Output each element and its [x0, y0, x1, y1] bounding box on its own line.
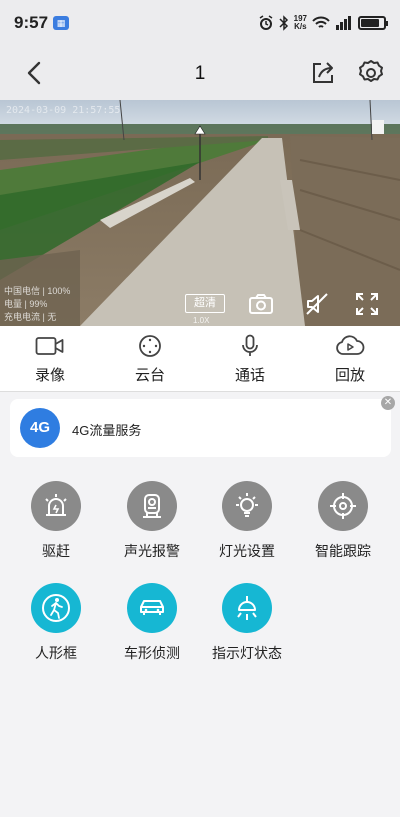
quality-button[interactable]: 超清	[185, 294, 225, 313]
target-tracking-icon	[318, 481, 368, 531]
action-bar: 录像 云台 通话 回放	[0, 326, 400, 392]
app-notification-icon: ▦	[53, 16, 70, 30]
playback-label: 回放	[334, 367, 365, 384]
record-label: 录像	[34, 367, 65, 384]
alarm-clock-icon	[259, 15, 273, 30]
speed-unit: K/s	[294, 22, 307, 31]
sound-light-alarm-button[interactable]: 声光报警	[107, 481, 197, 561]
light-settings-label: 灯光设置	[219, 543, 275, 559]
status-bar: 9:57 ▦ 197 K/s	[0, 0, 400, 46]
4g-service-label: 4G流量服务	[72, 423, 142, 438]
nav-bar: 1	[0, 46, 400, 100]
indicator-status-label: 指示灯状态	[212, 645, 282, 661]
status-icons: 197 K/s	[258, 15, 388, 31]
osd-carrier: 中国电信 | 100%	[4, 286, 71, 296]
ptz-icon	[139, 335, 161, 357]
battery-icon	[358, 16, 388, 30]
alarm-siren-icon	[31, 481, 81, 531]
video-camera-icon	[35, 337, 64, 355]
network-speed: 197 K/s	[294, 15, 307, 31]
osd-charging: 充电电流 | 无	[4, 312, 57, 322]
light-bulb-icon	[222, 481, 272, 531]
human-frame-button[interactable]: 人形框	[11, 583, 101, 663]
playback-icon	[336, 335, 365, 355]
page-title: 1	[194, 63, 206, 84]
indicator-lamp-icon	[222, 583, 272, 633]
video-timestamp: 2024-03-09 21:57:55	[6, 105, 121, 116]
status-time: 9:57	[14, 13, 49, 32]
sound-light-alarm-icon	[127, 481, 177, 531]
indicator-status-button[interactable]: 指示灯状态	[202, 583, 292, 663]
bluetooth-icon	[279, 15, 288, 31]
talk-button[interactable]: 通话	[215, 334, 285, 385]
human-frame-icon	[31, 583, 81, 633]
fullscreen-icon[interactable]	[354, 291, 380, 317]
zoom-label: 1.0X	[193, 316, 210, 325]
talk-label: 通话	[234, 367, 265, 384]
smart-tracking-label: 智能跟踪	[315, 543, 371, 559]
drive-away-label: 驱赶	[42, 543, 70, 559]
4g-service-banner[interactable]: 4G 4G流量服务	[10, 399, 391, 457]
sound-light-alarm-label: 声光报警	[124, 543, 180, 559]
4g-icon: 4G	[20, 408, 60, 448]
ptz-label: 云台	[134, 367, 165, 384]
osd-battery: 电量 | 99%	[4, 299, 48, 309]
ptz-button[interactable]: 云台	[115, 334, 185, 385]
car-detection-button[interactable]: 车形侦测	[107, 583, 197, 663]
playback-button[interactable]: 回放	[315, 334, 385, 385]
settings-gear-icon[interactable]	[357, 59, 385, 87]
wifi-icon	[312, 16, 330, 28]
drive-away-button[interactable]: 驱赶	[11, 481, 101, 561]
light-settings-button[interactable]: 灯光设置	[202, 481, 292, 561]
battery-level	[361, 19, 379, 27]
smart-tracking-button[interactable]: 智能跟踪	[298, 481, 388, 561]
microphone-icon	[242, 334, 258, 356]
live-video-view[interactable]: 2024-03-09 21:57:55 中国电信 | 100% 电量 | 99%…	[0, 100, 400, 326]
snapshot-camera-icon[interactable]	[248, 291, 274, 317]
banner-close-icon[interactable]: ✕	[381, 396, 395, 410]
mute-speaker-icon[interactable]	[304, 291, 330, 317]
record-button[interactable]: 录像	[15, 334, 85, 385]
share-icon[interactable]	[310, 60, 336, 86]
human-frame-label: 人形框	[35, 645, 77, 661]
car-detection-label: 车形侦测	[124, 645, 180, 661]
signal-icon	[336, 16, 351, 30]
car-detection-icon	[127, 583, 177, 633]
